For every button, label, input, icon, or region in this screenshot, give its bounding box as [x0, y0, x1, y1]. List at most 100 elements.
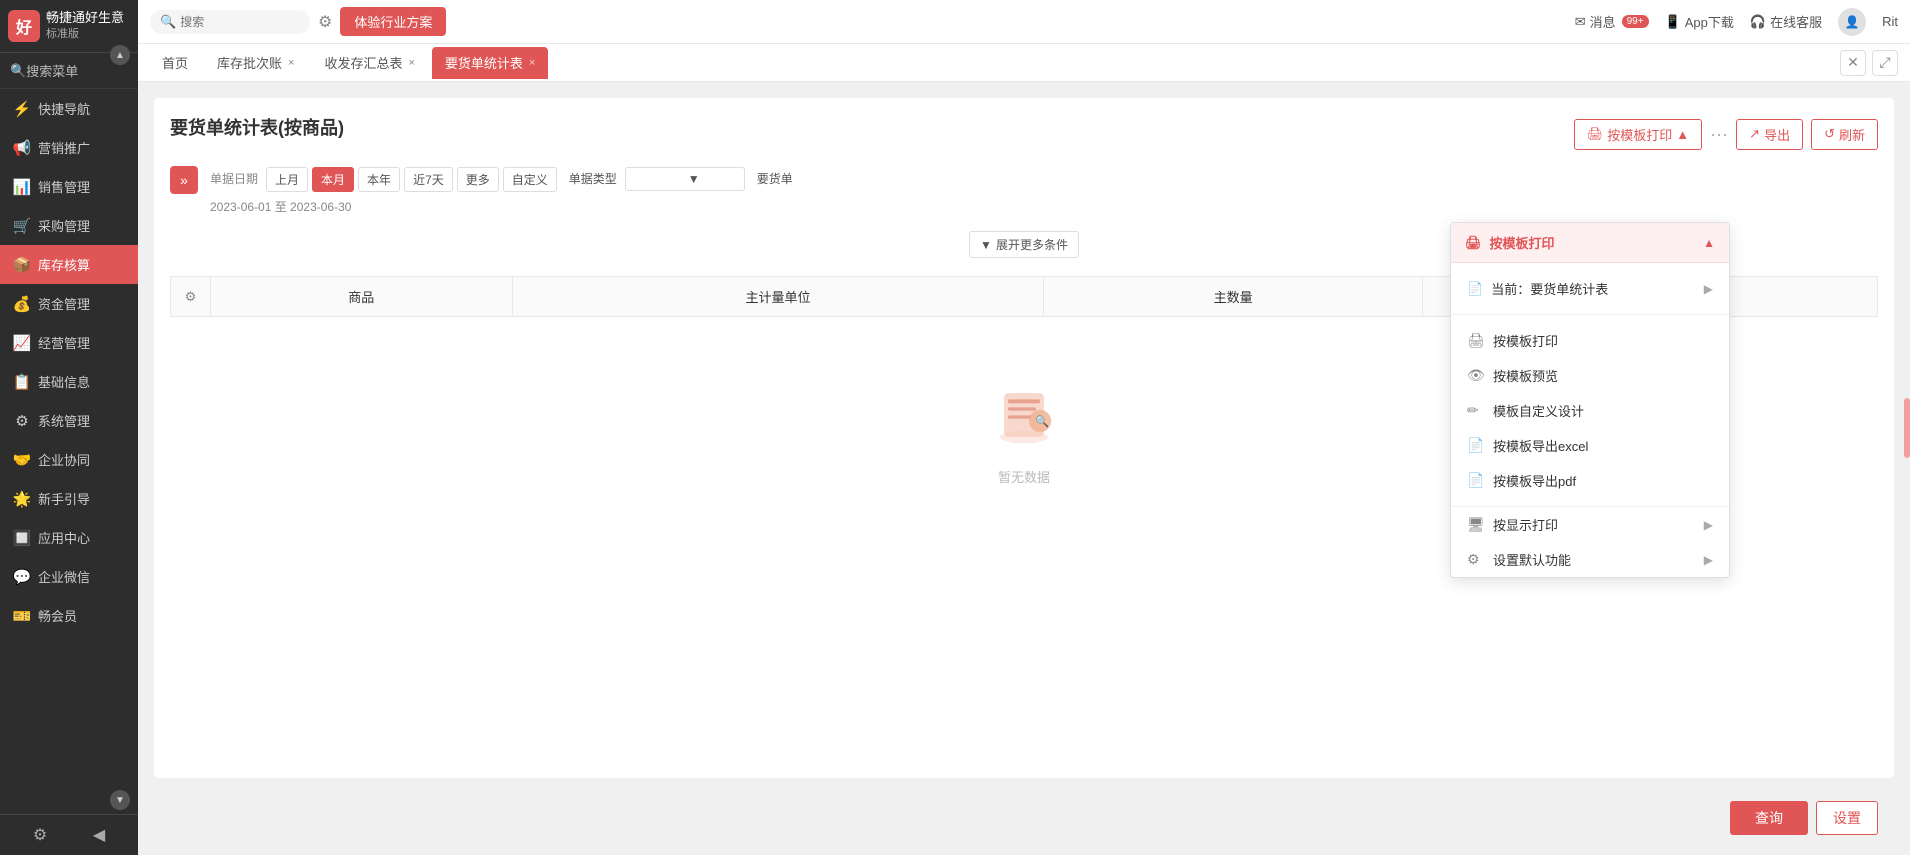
topbar-avatar[interactable]: 👤	[1838, 8, 1866, 36]
settings-btn-bottom[interactable]: 设置	[1816, 801, 1878, 835]
print-dropdown-header[interactable]: 🖨 按模板打印 ▲	[1451, 223, 1729, 263]
sidebar-item-coop[interactable]: 🤝 企业协同	[0, 440, 138, 479]
topbar-app-download[interactable]: 📱 App下载	[1665, 12, 1734, 31]
topbar-search-box[interactable]: 🔍	[150, 10, 310, 34]
service-icon: 🎧	[1750, 14, 1766, 30]
sidebar-item-apps[interactable]: 🔲 应用中心	[0, 518, 138, 557]
date-btn-7days[interactable]: 近7天	[404, 167, 453, 192]
template-excel-icon: 📄	[1467, 437, 1483, 454]
sidebar-item-label: 畅会员	[38, 606, 77, 625]
topbar-username: Rit	[1882, 14, 1898, 29]
col-qty: 主数量	[1044, 277, 1422, 317]
tab-close-all-btn[interactable]: ✕	[1840, 50, 1866, 76]
sidebar-item-operations[interactable]: 📈 经营管理	[0, 323, 138, 362]
logo-text: 畅捷通好生意 标准版	[46, 10, 124, 41]
table-settings-icon[interactable]: ⚙	[185, 289, 197, 304]
sidebar-item-sales[interactable]: 📊 销售管理	[0, 167, 138, 206]
sidebar-item-purchase[interactable]: 🛒 采购管理	[0, 206, 138, 245]
display-print-arrow: ▶	[1704, 518, 1713, 532]
sidebar-item-label: 应用中心	[38, 528, 90, 547]
print-template-btn[interactable]: 🖨 按模板打印 ▲	[1574, 119, 1702, 150]
print-label: 按模板打印	[1607, 125, 1672, 144]
sidebar-nav: ⚡ 快捷导航 📢 营销推广 📊 销售管理 🛒 采购管理 📦 库存核算 💰 资金管…	[0, 89, 138, 814]
tab-order-stats-close[interactable]: ×	[529, 57, 535, 69]
page-actions: 🖨 按模板打印 ▲ ··· ↗ 导出 ↺ 刷新	[1574, 119, 1878, 150]
date-btn-this-month[interactable]: 本月	[312, 167, 354, 192]
query-btn[interactable]: 查询	[1730, 801, 1808, 835]
quick-nav-icon: ⚡	[12, 100, 32, 118]
sidebar-item-basic[interactable]: 📋 基础信息	[0, 362, 138, 401]
filter-expand-btn[interactable]: »	[170, 166, 198, 194]
topbar-gear-icon[interactable]: ⚙	[318, 12, 332, 32]
filter-type-group: 单据类型 ▼	[569, 166, 745, 192]
dropdown-item-template-print[interactable]: 🖨 按模板打印	[1451, 323, 1729, 358]
tab-inventory-batch-close[interactable]: ×	[288, 57, 294, 69]
tab-home[interactable]: 首页	[150, 47, 200, 79]
avatar-placeholder: 👤	[1845, 15, 1860, 29]
date-btn-last-month[interactable]: 上月	[266, 167, 308, 192]
svg-text:🔍: 🔍	[1035, 414, 1049, 428]
tab-inventory-batch[interactable]: 库存批次账 ×	[204, 47, 307, 79]
tabs-right: ✕ ⤢	[1840, 50, 1898, 76]
print-header-icon: 🖨	[1465, 235, 1482, 251]
display-print-icon: 🖥	[1467, 516, 1483, 533]
tab-receipt-summary[interactable]: 收发存汇总表 ×	[311, 47, 427, 79]
dropdown-sub-set-default[interactable]: ⚙ 设置默认功能 ▶	[1451, 542, 1729, 577]
print-dropdown-items-section: 🖨 按模板打印 👁 按模板预览 ✏ 模板自定义设计 📄 按模板导出excel 📄	[1451, 315, 1729, 507]
operations-icon: 📈	[12, 334, 32, 352]
export-btn[interactable]: ↗ 导出	[1736, 119, 1803, 150]
sidebar-item-wechat[interactable]: 💬 企业微信	[0, 557, 138, 596]
sidebar-item-member[interactable]: 🎫 畅会员	[0, 596, 138, 635]
guide-icon: 🌟	[12, 490, 32, 508]
topbar-trial-btn[interactable]: 体验行业方案	[340, 7, 446, 36]
template-custom-label: 模板自定义设计	[1493, 401, 1584, 420]
topbar-message[interactable]: ✉ 消息 99+	[1575, 12, 1649, 31]
tab-expand-btn[interactable]: ⤢	[1872, 50, 1898, 76]
apps-icon: 🔲	[12, 529, 32, 547]
sidebar-item-label: 系统管理	[38, 411, 90, 430]
refresh-btn[interactable]: ↺ 刷新	[1811, 119, 1878, 150]
tab-receipt-summary-close[interactable]: ×	[408, 57, 414, 69]
sidebar-item-guide[interactable]: 🌟 新手引导	[0, 479, 138, 518]
dropdown-sub-display-print[interactable]: 🖥 按显示打印 ▶	[1451, 507, 1729, 542]
date-btn-more[interactable]: 更多	[457, 167, 499, 192]
sidebar-item-finance[interactable]: 💰 资金管理	[0, 284, 138, 323]
current-template-row[interactable]: 📄 当前：要货单统计表 ▶	[1451, 271, 1729, 306]
dropdown-item-template-excel[interactable]: 📄 按模板导出excel	[1451, 428, 1729, 463]
topbar: 🔍 ⚙ 体验行业方案 ✉ 消息 99+ 📱 App下载 🎧 在线客服 👤 Rit	[138, 0, 1910, 44]
tab-order-stats[interactable]: 要货单统计表 ×	[432, 47, 548, 79]
sidebar-item-label: 基础信息	[38, 372, 90, 391]
more-dots-btn[interactable]: ···	[1710, 124, 1728, 145]
dropdown-item-template-custom[interactable]: ✏ 模板自定义设计	[1451, 393, 1729, 428]
finance-icon: 💰	[12, 295, 32, 313]
date-btn-this-year[interactable]: 本年	[358, 167, 400, 192]
page-title: 要货单统计表(按商品)	[170, 114, 344, 140]
sidebar-item-label: 新手引导	[38, 489, 90, 508]
print-dropdown-sub-section: 🖥 按显示打印 ▶ ⚙ 设置默认功能 ▶	[1451, 507, 1729, 577]
sidebar-scroll-down[interactable]: ▼	[110, 790, 130, 810]
tab-receipt-summary-label: 收发存汇总表	[324, 53, 402, 72]
print-dropdown-title: 按模板打印	[1490, 233, 1555, 252]
col-unit: 主计量单位	[512, 277, 1044, 317]
topbar-search-input[interactable]	[180, 15, 300, 29]
type-select-chevron: ▼	[688, 172, 736, 186]
dropdown-item-template-pdf[interactable]: 📄 按模板导出pdf	[1451, 463, 1729, 498]
sidebar-bottom: ⚙ ◀	[0, 814, 138, 855]
type-select[interactable]: ▼	[625, 167, 745, 191]
sidebar-collapse-btn[interactable]: ◀	[93, 825, 105, 845]
col-product: 商品	[211, 277, 513, 317]
sidebar-settings-btn[interactable]: ⚙	[33, 825, 47, 845]
expand-more-btn[interactable]: ▼ 展开更多条件	[969, 231, 1079, 258]
topbar-online-service[interactable]: 🎧 在线客服	[1750, 12, 1822, 31]
date-btn-custom[interactable]: 自定义	[503, 167, 557, 192]
col-settings[interactable]: ⚙	[171, 277, 211, 317]
sidebar-scroll-up[interactable]: ▲	[110, 45, 130, 65]
sidebar-item-quick-nav[interactable]: ⚡ 快捷导航	[0, 89, 138, 128]
topbar-search-icon: 🔍	[160, 14, 176, 30]
sidebar-item-marketing[interactable]: 📢 营销推广	[0, 128, 138, 167]
sidebar-item-system[interactable]: ⚙ 系统管理	[0, 401, 138, 440]
right-scroll-indicator[interactable]	[1904, 398, 1910, 458]
sidebar-item-inventory[interactable]: 📦 库存核算	[0, 245, 138, 284]
print-dropdown: 🖨 按模板打印 ▲ 📄 当前：要货单统计表 ▶ 🖨	[1450, 222, 1730, 578]
dropdown-item-template-preview[interactable]: 👁 按模板预览	[1451, 358, 1729, 393]
